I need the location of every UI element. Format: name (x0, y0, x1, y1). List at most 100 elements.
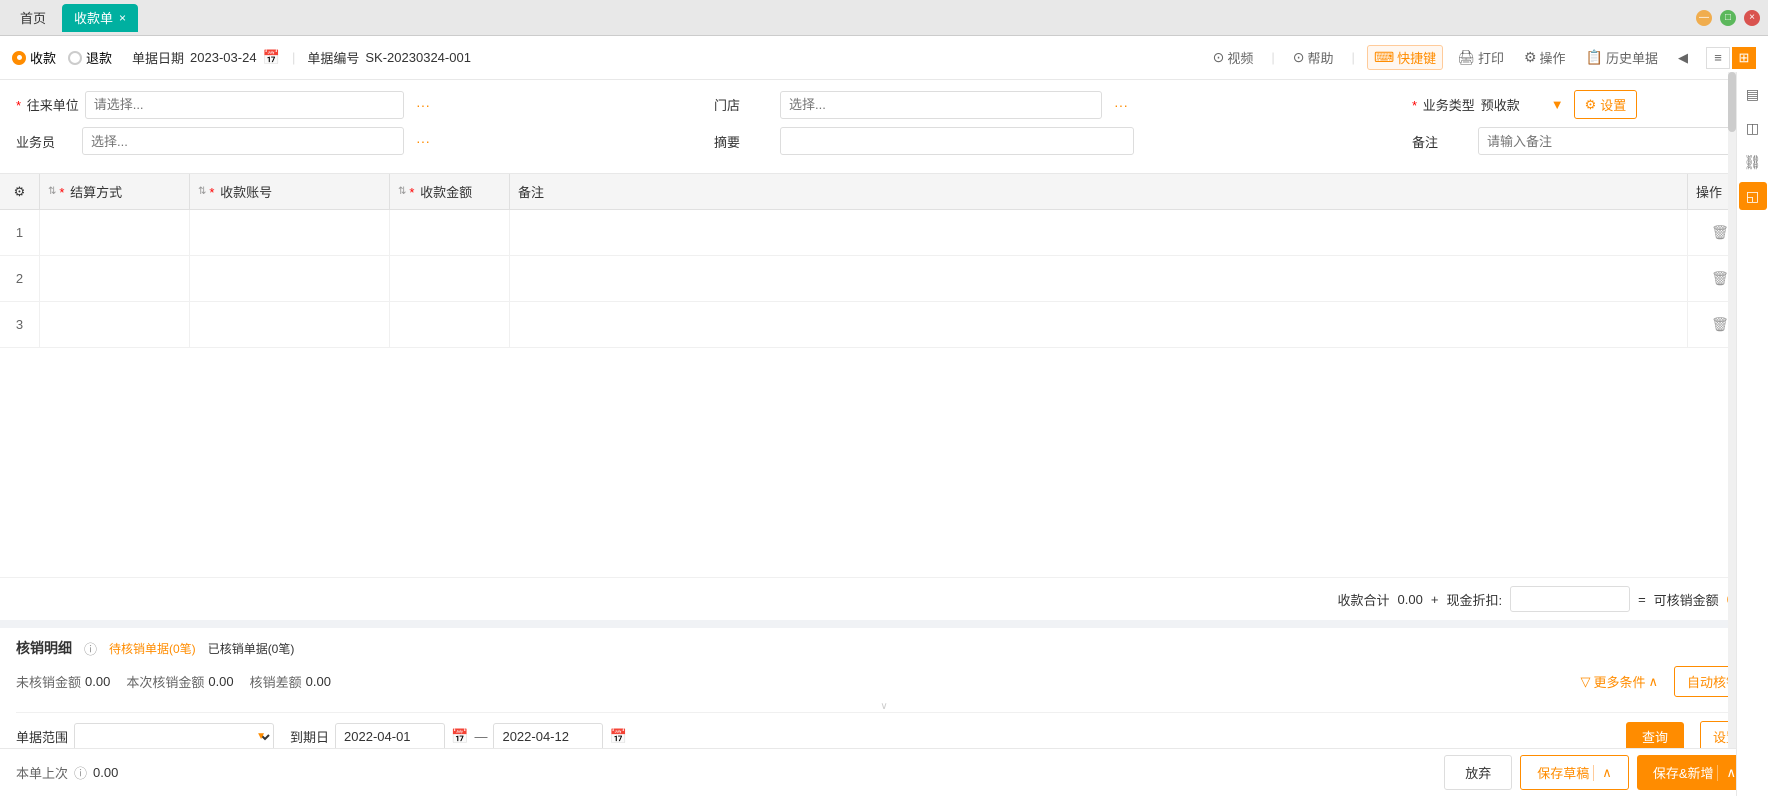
video-icon: ⊙ (1213, 49, 1225, 66)
abandon-button[interactable]: 放弃 (1444, 755, 1512, 790)
grid-view-btn[interactable]: ⊞ (1732, 47, 1756, 69)
business-type-dropdown-arrow[interactable]: ▼ (1547, 97, 1568, 112)
print-icon: 🖨 (1457, 49, 1475, 66)
scroll-track[interactable] (1728, 72, 1736, 748)
table-gear-icon: ⚙ (14, 184, 26, 200)
help-btn[interactable]: ⊙ 帮助 (1287, 46, 1340, 69)
summary-input[interactable] (780, 127, 1134, 155)
total-value: 0.00 (1398, 592, 1423, 607)
list-view-btn[interactable]: ≡ (1706, 47, 1730, 69)
sidebar-icon-link[interactable]: ⛓ (1739, 148, 1767, 176)
business-type-label: * 业务类型 (1412, 95, 1475, 114)
prev-btn[interactable]: ◀ (1672, 48, 1694, 68)
sort-account-icon[interactable]: ⇅ (198, 186, 206, 197)
salesperson-input[interactable] (82, 127, 404, 155)
range-select[interactable] (74, 723, 274, 751)
row-2-settlement[interactable] (40, 256, 190, 301)
range-select-wrapper: ▼ (74, 723, 274, 751)
row-2-num: 2 (0, 256, 40, 301)
total-label: 收款合计 (1338, 590, 1390, 609)
right-sidebar: ▤ ◫ ⛓ ◱ (1736, 72, 1768, 796)
more-conditions-btn[interactable]: ▽ 更多条件 ∧ (1580, 672, 1658, 691)
row-3-remark[interactable] (510, 302, 1688, 347)
remark-input[interactable] (1478, 127, 1752, 155)
row-2-amount[interactable] (390, 256, 510, 301)
counterpart-input[interactable] (85, 91, 404, 119)
date-from-input[interactable] (335, 723, 445, 751)
business-type-value: 预收款 (1481, 95, 1541, 114)
unverified-label: 未核销金额 (16, 672, 81, 691)
sidebar-icon-expand[interactable]: ◱ (1739, 182, 1767, 210)
settings-button[interactable]: ⚙ 设置 (1574, 90, 1638, 119)
store-more-btn[interactable]: ··· (1108, 97, 1134, 113)
table-header: ⚙ ⇅ * 结算方式 ⇅ * 收款账号 ⇅ * 收款金额 (0, 174, 1768, 210)
row-3-account[interactable] (190, 302, 390, 347)
save-draft-button[interactable]: 保存草稿 ∧ (1520, 755, 1629, 790)
window-minimize[interactable]: — (1696, 10, 1712, 26)
tab-bar: 首页 收款单 × — □ × (0, 0, 1768, 36)
sort-settlement-icon[interactable]: ⇅ (48, 186, 56, 197)
row-3-settlement[interactable] (40, 302, 190, 347)
history-btn[interactable]: 📋 历史单据 (1580, 46, 1664, 69)
salesperson-more-btn[interactable]: ··· (410, 133, 436, 149)
scroll-thumb[interactable] (1728, 72, 1736, 132)
discount-input[interactable] (1510, 586, 1630, 612)
cal-from-icon[interactable]: 📅 (451, 728, 468, 745)
sort-amount-icon[interactable]: ⇅ (398, 186, 406, 197)
row-3-amount[interactable] (390, 302, 510, 347)
row-2-remark[interactable] (510, 256, 1688, 301)
sidebar-icon-table[interactable]: ▤ (1739, 80, 1767, 108)
remark-label: 备注 (1412, 132, 1472, 151)
col-header-account: ⇅ * 收款账号 (190, 174, 390, 209)
pending-tab[interactable]: 待核销单据(0笔) (109, 640, 196, 657)
unverified-value: 0.00 (85, 674, 110, 689)
calendar-icon[interactable]: 📅 (263, 49, 280, 66)
prev-icon: ◀ (1678, 50, 1688, 66)
save-draft-label: 保存草稿 (1537, 763, 1589, 782)
row-2-account[interactable] (190, 256, 390, 301)
window-close[interactable]: × (1744, 10, 1760, 26)
table-row: 3 🗑 ⧉ (0, 302, 1768, 348)
tab-home[interactable]: 首页 (8, 4, 58, 32)
row-1-amount[interactable] (390, 210, 510, 255)
main-area: 收款 退款 单据日期 2023-03-24 📅 | 单据编号 SK-202303… (0, 36, 1768, 796)
query-button[interactable]: 查询 (1626, 722, 1684, 751)
tab-receipt[interactable]: 收款单 × (62, 4, 138, 32)
save-new-button[interactable]: 保存&新增 ∧ (1637, 755, 1752, 790)
type-radio-group: 收款 退款 (12, 48, 112, 67)
cal-to-icon[interactable]: 📅 (609, 728, 626, 745)
footer-info-icon[interactable]: ⓘ (74, 763, 87, 782)
operation-btn[interactable]: ⚙ 操作 (1518, 46, 1572, 69)
salesperson-label: 业务员 (16, 132, 76, 151)
row-2-delete-icon[interactable]: 🗑 (1711, 270, 1729, 287)
completed-tab[interactable]: 已核销单据(0笔) (208, 640, 295, 657)
shortcut-btn[interactable]: ⌨ 快捷键 (1367, 45, 1443, 70)
summary-field: 摘要 (714, 127, 1134, 155)
receipt-radio[interactable]: 收款 (12, 48, 56, 67)
summary-row: 收款合计 0.00 + 现金折扣: = 可核销金额 0.00 (0, 577, 1768, 620)
store-input[interactable] (780, 91, 1102, 119)
verify-header: 核销明细 ⓘ 待核销单据(0笔) 已核销单据(0笔) (16, 638, 1752, 658)
refund-radio[interactable]: 退款 (68, 48, 112, 67)
table-section: ⚙ ⇅ * 结算方式 ⇅ * 收款账号 ⇅ * 收款金额 (0, 174, 1768, 577)
date-dash: — (474, 729, 487, 744)
window-maximize[interactable]: □ (1720, 10, 1736, 26)
print-btn[interactable]: 🖨 打印 (1451, 46, 1510, 69)
tab-receipt-close[interactable]: × (119, 11, 126, 25)
row-1-remark[interactable] (510, 210, 1688, 255)
footer-left: 本单上次 ⓘ 0.00 (16, 763, 118, 782)
row-1-delete-icon[interactable]: 🗑 (1711, 224, 1729, 241)
sidebar-icon-panel[interactable]: ◫ (1739, 114, 1767, 142)
operation-label: 操作 (1540, 48, 1566, 67)
row-3-delete-icon[interactable]: 🗑 (1711, 316, 1729, 333)
shortcut-label: 快捷键 (1397, 48, 1436, 67)
verify-info-icon[interactable]: ⓘ (84, 639, 97, 658)
shortcut-icon: ⌨ (1374, 49, 1394, 66)
row-1-settlement[interactable] (40, 210, 190, 255)
video-btn[interactable]: ⊙ 视频 (1207, 46, 1260, 69)
save-new-split: ∧ (1717, 765, 1736, 781)
table-settings-header[interactable]: ⚙ (0, 174, 40, 209)
counterpart-more-btn[interactable]: ··· (410, 97, 436, 113)
date-to-input[interactable] (493, 723, 603, 751)
row-1-account[interactable] (190, 210, 390, 255)
